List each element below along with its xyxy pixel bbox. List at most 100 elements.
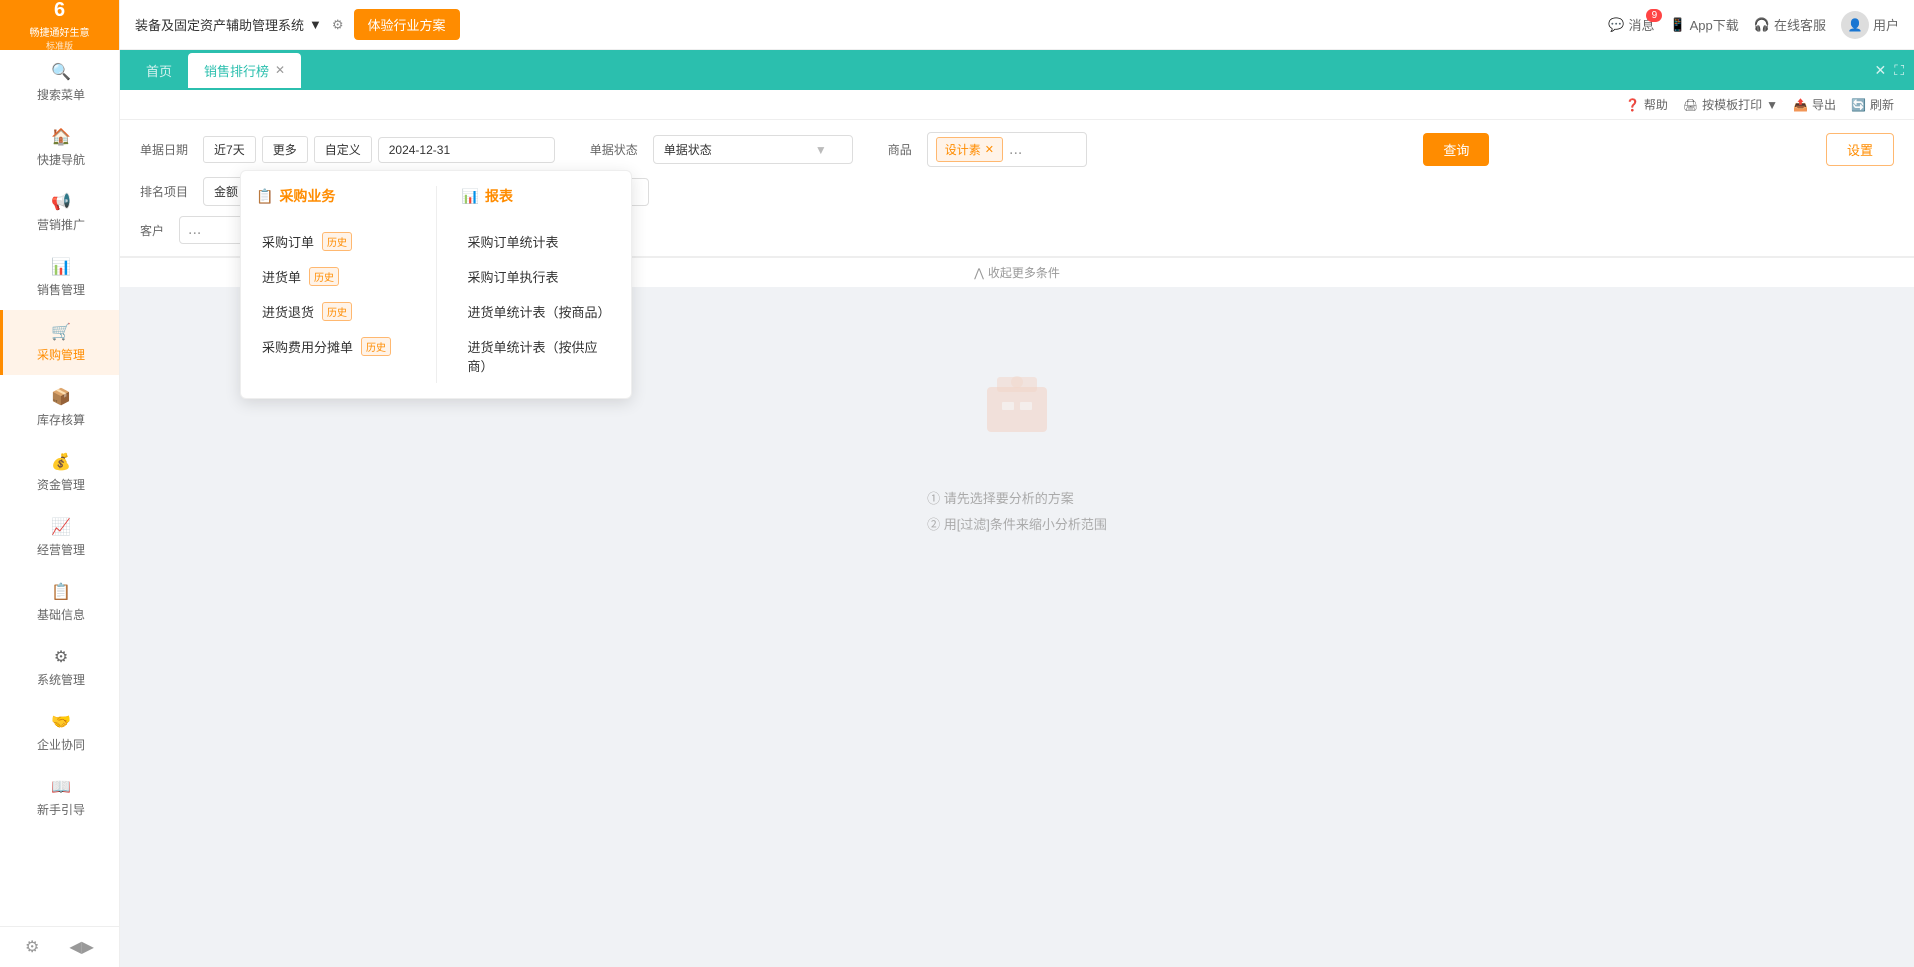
empty-illustration xyxy=(967,347,1067,466)
user-label: 用户 xyxy=(1873,15,1899,34)
dropdown-item-purchase-receipt[interactable]: 进货单 历史 xyxy=(256,259,411,294)
online-service-btn[interactable]: 🎧 在线客服 xyxy=(1754,15,1826,34)
sidebar-item-base-info[interactable]: 📋 基础信息 xyxy=(0,570,119,635)
history-badge-2: 历史 xyxy=(322,302,352,321)
sidebar-item-search[interactable]: 🔍 搜索菜单 xyxy=(0,50,119,115)
sidebar-nav: 🔍 搜索菜单 🏠 快捷导航 📢 营销推广 📊 销售管理 🛒 采购管理 📦 库存核… xyxy=(0,50,119,926)
system-title-text: 装备及固定资产辅助管理系统 xyxy=(135,15,304,34)
print-dropdown-icon: ▼ xyxy=(1766,98,1778,112)
topbar-actions: 💬 消息 9 📱 App下载 🎧 在线客服 👤 用户 xyxy=(1608,11,1899,39)
topbar-settings-icon[interactable]: ⚙ xyxy=(332,17,344,33)
dropdown-item-report-order-stats[interactable]: 采购订单统计表 xyxy=(462,224,617,259)
sales-icon: 📊 xyxy=(51,257,71,277)
tab-home[interactable]: 首页 xyxy=(130,53,188,88)
window-maximize-btn[interactable]: ⛶ xyxy=(1894,62,1904,79)
avatar: 👤 xyxy=(1841,11,1869,39)
collapse-up-icon: ⋀ xyxy=(974,266,984,280)
logo-icon: 6 xyxy=(54,0,65,22)
goods-tag-close[interactable]: ✕ xyxy=(985,143,994,156)
dropdown-item-purchase-order[interactable]: 采购订单 历史 xyxy=(256,224,411,259)
tab-sales-ranking-label: 销售排行榜 xyxy=(204,61,269,80)
dropdown-item-purchase-return[interactable]: 进货退货 历史 xyxy=(256,294,411,329)
sidebar-item-enterprise[interactable]: 🤝 企业协同 xyxy=(0,700,119,765)
date-input[interactable] xyxy=(378,137,555,163)
sidebar-item-newbie[interactable]: 📖 新手引导 xyxy=(0,765,119,830)
date-7days-btn[interactable]: 近7天 xyxy=(203,136,256,163)
base-info-icon: 📋 xyxy=(51,582,71,602)
goods-dots[interactable]: ... xyxy=(1009,141,1022,159)
tab-window-controls: ✕ ⛶ xyxy=(1874,62,1904,79)
date-filter-group: 近7天 更多 自定义 xyxy=(203,136,555,163)
dropdown-purchase-col: 📋 采购业务 采购订单 历史 进货单 历史 进货退货 历史 采购费用分摊单 xyxy=(256,186,411,383)
history-badge-3: 历史 xyxy=(361,337,391,356)
purchase-title-icon: 📋 xyxy=(256,188,273,205)
export-label: 导出 xyxy=(1812,96,1836,113)
app-download-label: App下载 xyxy=(1690,15,1739,34)
sidebar-logo: 6 畅捷通好生意 标准版 xyxy=(0,0,119,50)
history-badge-0: 历史 xyxy=(322,232,352,251)
sidebar-item-finance[interactable]: 💰 资金管理 xyxy=(0,440,119,505)
status-select[interactable]: 单据状态 ▼ xyxy=(653,135,853,164)
sidebar-collapse-btn[interactable]: ◀▶ xyxy=(69,937,94,957)
empty-text: ① 请先选择要分析的方案 ② 用[过滤]条件来缩小分析范围 xyxy=(927,486,1107,538)
goods-tag: 设计素 ✕ xyxy=(936,137,1003,162)
logo-text: 畅捷通好生意 标准版 xyxy=(30,24,90,52)
tab-close-icon[interactable]: ✕ xyxy=(275,63,285,77)
app-download-btn[interactable]: 📱 App下载 xyxy=(1669,15,1738,34)
purchase-dropdown-menu: 📋 采购业务 采购订单 历史 进货单 历史 进货退货 历史 采购费用分摊单 xyxy=(240,170,632,399)
system-title-selector[interactable]: 装备及固定资产辅助管理系统 ▼ xyxy=(135,15,322,34)
sidebar-item-inventory[interactable]: 📦 库存核算 xyxy=(0,375,119,440)
print-label: 按模板打印 xyxy=(1702,96,1762,113)
sidebar-settings-btn[interactable]: ⚙ xyxy=(25,937,39,957)
solution-button[interactable]: 体验行业方案 xyxy=(354,9,460,40)
date-custom-btn[interactable]: 自定义 xyxy=(314,136,372,163)
enterprise-icon: 🤝 xyxy=(51,712,71,732)
notifications-badge: 9 xyxy=(1646,9,1662,22)
sidebar-item-system[interactable]: ⚙ 系统管理 xyxy=(0,635,119,700)
dropdown-item-report-order-exec[interactable]: 采购订单执行表 xyxy=(462,259,617,294)
online-service-label: 在线客服 xyxy=(1774,15,1826,34)
refresh-label: 刷新 xyxy=(1870,96,1894,113)
date-more-btn[interactable]: 更多 xyxy=(262,136,308,163)
date-label: 单据日期 xyxy=(140,141,188,158)
content-area: ❓ 帮助 🖨 按模板打印 ▼ 📤 导出 🔄 刷新 单据日期 xyxy=(120,90,1914,967)
collapse-label: 收起更多条件 xyxy=(988,264,1060,281)
message-icon: 💬 xyxy=(1608,17,1624,33)
help-icon: ❓ xyxy=(1625,98,1640,112)
system-icon: ⚙ xyxy=(54,647,68,667)
tab-sales-ranking[interactable]: 销售排行榜 ✕ xyxy=(188,53,301,88)
sidebar-item-purchase[interactable]: 🛒 采购管理 xyxy=(0,310,119,375)
marketing-icon: 📢 xyxy=(51,192,71,212)
notifications-btn[interactable]: 💬 消息 9 xyxy=(1608,15,1654,34)
refresh-btn[interactable]: 🔄 刷新 xyxy=(1851,96,1894,113)
finance-icon: 💰 xyxy=(51,452,71,472)
dropdown-purchase-title: 📋 采购业务 xyxy=(256,186,411,212)
sidebar-item-sales[interactable]: 📊 销售管理 xyxy=(0,245,119,310)
settings-button[interactable]: 设置 xyxy=(1826,133,1894,166)
topbar: 装备及固定资产辅助管理系统 ▼ ⚙ 体验行业方案 💬 消息 9 📱 App下载 … xyxy=(120,0,1914,50)
dropdown-report-col: 📊 报表 采购订单统计表 采购订单执行表 进货单统计表（按商品） 进货单统计表（… xyxy=(462,186,617,383)
customer-dots[interactable]: ... xyxy=(188,221,201,239)
report-title-icon: 📊 xyxy=(462,188,479,205)
dropdown-item-report-receipt-supplier[interactable]: 进货单统计表（按供应商） xyxy=(462,329,617,383)
query-button[interactable]: 查询 xyxy=(1423,133,1489,166)
export-btn[interactable]: 📤 导出 xyxy=(1793,96,1836,113)
print-btn[interactable]: 🖨 按模板打印 ▼ xyxy=(1683,96,1778,113)
dropdown-divider xyxy=(436,186,437,383)
main-area: 装备及固定资产辅助管理系统 ▼ ⚙ 体验行业方案 💬 消息 9 📱 App下载 … xyxy=(120,0,1914,967)
goods-filter: 设计素 ✕ ... xyxy=(927,132,1087,167)
refresh-icon: 🔄 xyxy=(1851,98,1866,112)
dropdown-item-report-receipt-goods[interactable]: 进货单统计表（按商品） xyxy=(462,294,617,329)
sidebar-item-marketing[interactable]: 📢 营销推广 xyxy=(0,180,119,245)
operation-icon: 📈 xyxy=(51,517,71,537)
status-select-value: 单据状态 xyxy=(664,141,712,158)
sidebar-item-quick-nav[interactable]: 🏠 快捷导航 xyxy=(0,115,119,180)
user-btn[interactable]: 👤 用户 xyxy=(1841,11,1899,39)
dropdown-item-purchase-expense[interactable]: 采购费用分摊单 历史 xyxy=(256,329,411,364)
export-icon: 📤 xyxy=(1793,98,1808,112)
window-close-btn[interactable]: ✕ xyxy=(1874,62,1886,79)
help-label: 帮助 xyxy=(1644,96,1668,113)
help-btn[interactable]: ❓ 帮助 xyxy=(1625,96,1668,113)
inventory-icon: 📦 xyxy=(51,387,71,407)
sidebar-item-operation[interactable]: 📈 经营管理 xyxy=(0,505,119,570)
